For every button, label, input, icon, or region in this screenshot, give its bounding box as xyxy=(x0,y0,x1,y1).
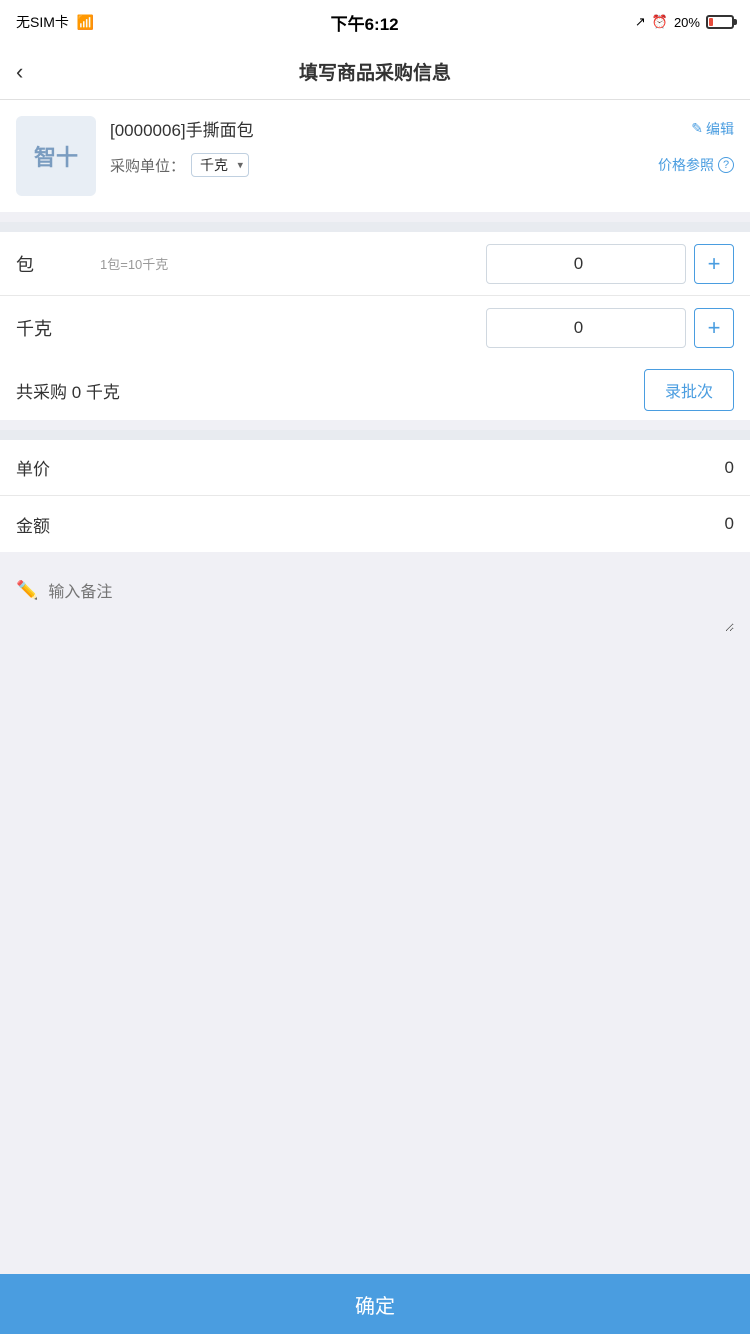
alarm-icon: ⏰ xyxy=(652,14,668,30)
product-name: [0000006]手撕面包 xyxy=(110,116,254,141)
price-ref-icon: ? xyxy=(718,157,734,173)
product-image: 智十 xyxy=(16,116,96,196)
divider-2 xyxy=(0,430,750,440)
unit-price-value: 0 xyxy=(725,458,734,478)
unit-price-row: 单价 0 xyxy=(0,440,750,496)
kg-input[interactable] xyxy=(486,308,686,348)
nav-bar: ‹ 填写商品采购信息 xyxy=(0,44,750,100)
battery-percent: 20% xyxy=(674,15,700,30)
back-button[interactable]: ‹ xyxy=(16,59,23,85)
bao-sub: 1包=10千克 xyxy=(100,254,168,273)
kg-input-wrapper: + xyxy=(96,308,734,348)
battery-icon xyxy=(706,15,734,29)
unit-price-label: 单价 xyxy=(16,455,50,480)
status-time: 下午6:12 xyxy=(331,10,399,35)
kg-plus-button[interactable]: + xyxy=(694,308,734,348)
product-name-row: [0000006]手撕面包 ✎编辑 xyxy=(110,116,734,141)
notes-section[interactable]: ✏️ xyxy=(0,562,750,682)
bottom-spacer xyxy=(0,682,750,982)
edit-button[interactable]: ✎编辑 xyxy=(691,119,734,139)
amount-label: 金额 xyxy=(16,512,50,537)
confirm-button[interactable]: 确定 xyxy=(0,1274,750,1334)
unit-prefix-label: 采购单位： xyxy=(110,155,185,176)
status-bar: 无SIM卡 📶 下午6:12 ↗ ⏰ 20% xyxy=(0,0,750,44)
product-unit-row: 采购单位： 千克 包 价格参照 ? xyxy=(110,153,734,177)
status-right: ↗ ⏰ 20% xyxy=(635,14,734,30)
unit-select-wrapper[interactable]: 千克 包 xyxy=(191,153,249,177)
amount-row: 金额 0 xyxy=(0,496,750,552)
product-info: [0000006]手撕面包 ✎编辑 采购单位： 千克 包 价格参照 ? xyxy=(110,116,734,177)
divider-1 xyxy=(0,222,750,232)
price-section: 单价 0 金额 0 xyxy=(0,440,750,552)
carrier-label: 无SIM卡 xyxy=(16,12,69,32)
bao-input[interactable] xyxy=(486,244,686,284)
battery-fill xyxy=(709,18,713,26)
pencil-icon: ✏️ xyxy=(16,580,38,601)
price-ref-button[interactable]: 价格参照 ? xyxy=(658,155,734,175)
location-icon: ↗ xyxy=(635,14,646,30)
bao-input-wrapper: + xyxy=(168,244,734,284)
summary-section: 共采购 0 千克 录批次 xyxy=(0,360,750,420)
wifi-icon: 📶 xyxy=(77,14,94,31)
page-title: 填写商品采购信息 xyxy=(299,58,451,85)
summary-text: 共采购 0 千克 xyxy=(16,378,120,403)
notes-input[interactable] xyxy=(48,578,734,632)
status-left: 无SIM卡 📶 xyxy=(16,12,94,32)
product-logo: 智十 xyxy=(34,140,78,172)
kg-input-row: 千克 + xyxy=(0,296,750,360)
kg-label: 千克 xyxy=(16,315,96,341)
record-batch-button[interactable]: 录批次 xyxy=(644,369,734,411)
price-ref-label: 价格参照 xyxy=(658,155,714,175)
unit-select[interactable]: 千克 包 xyxy=(191,153,249,177)
bao-plus-button[interactable]: + xyxy=(694,244,734,284)
bao-input-row: 包 1包=10千克 + xyxy=(0,232,750,296)
bao-label: 包 xyxy=(16,251,96,277)
product-card: 智十 [0000006]手撕面包 ✎编辑 采购单位： 千克 包 价格参照 ? xyxy=(0,100,750,212)
amount-value: 0 xyxy=(725,514,734,534)
input-section: 包 1包=10千克 + 千克 + xyxy=(0,232,750,360)
